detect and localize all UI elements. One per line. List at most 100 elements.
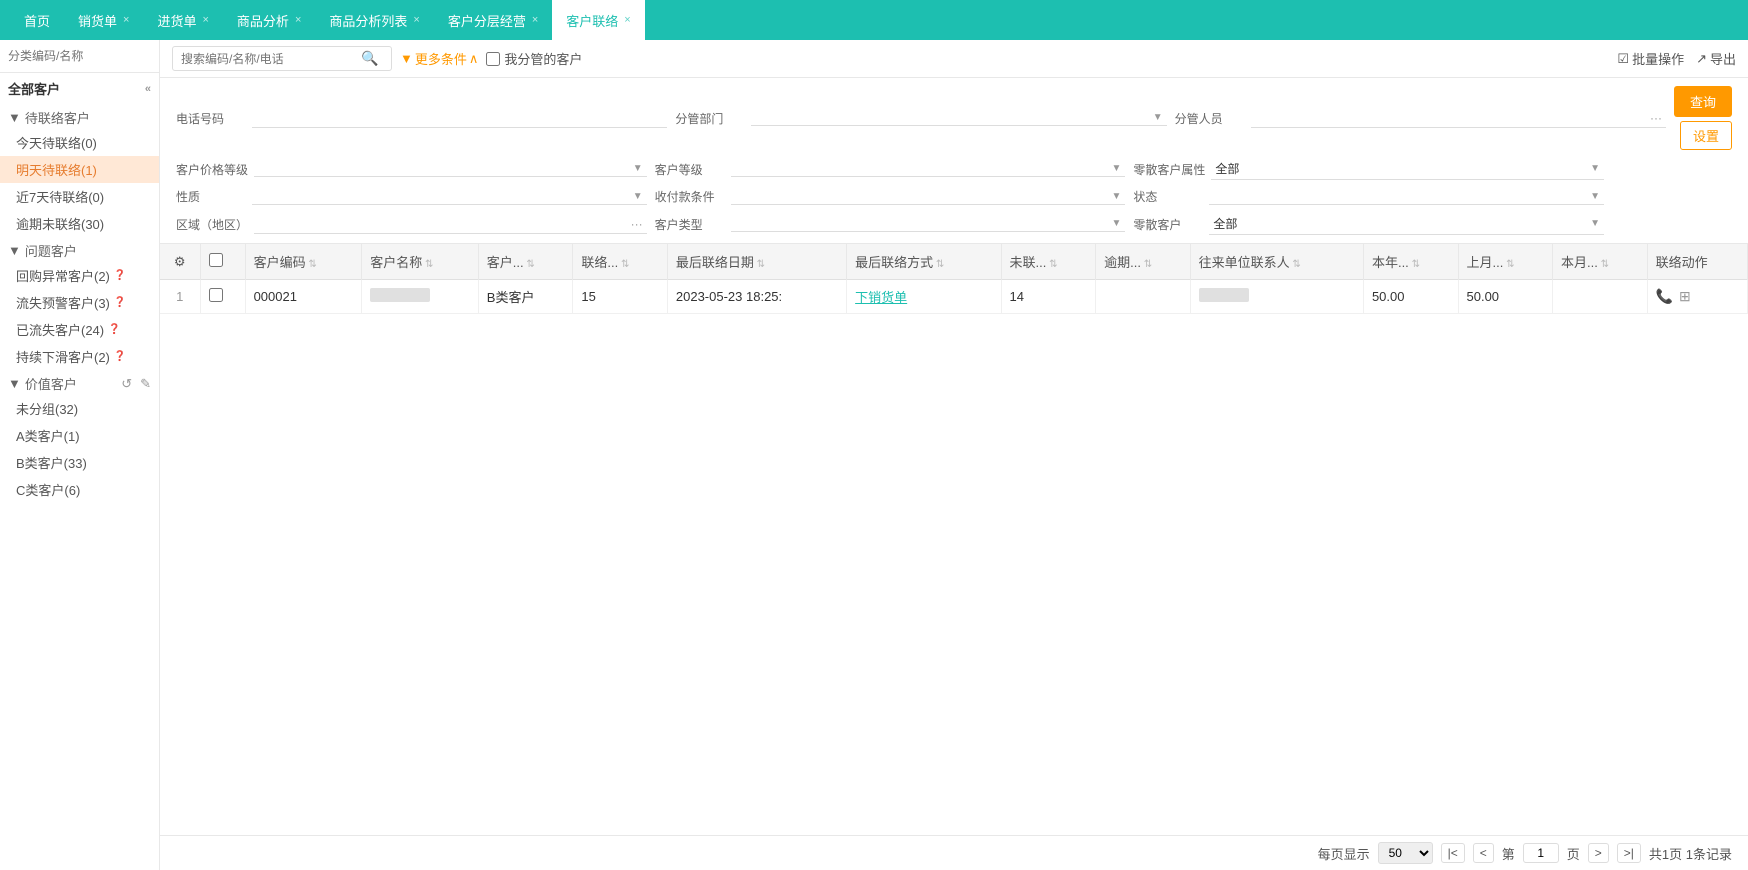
filter-scatter-customer-select[interactable]: 全部 ▼ — [1209, 213, 1604, 235]
close-icon[interactable]: × — [295, 14, 301, 26]
sidebar-item-declining[interactable]: 持续下滑客户(2) ❓ — [0, 343, 159, 370]
data-table: ⚙ 客户编码 客户名称 客户... 联络... 最后联络日期 最后联络方式 未联… — [160, 244, 1748, 314]
chevron-down-icon: ▼ — [1153, 112, 1163, 123]
nav-product-analysis-list[interactable]: 商品分析列表 × — [315, 0, 433, 40]
filter-phone-input[interactable] — [252, 109, 667, 128]
first-page-btn[interactable]: |< — [1441, 843, 1465, 863]
chevron-down-icon: ▼ — [1590, 191, 1600, 202]
cell-seq: 1 — [160, 280, 200, 314]
cell-uncontacted: 14 — [1001, 280, 1096, 314]
filter-payment-select[interactable]: ▼ — [731, 189, 1126, 205]
filter-nature-select[interactable]: ▼ — [252, 189, 647, 205]
col-header-uncontacted[interactable]: 未联... — [1001, 244, 1096, 280]
query-button[interactable]: 查询 — [1674, 86, 1732, 117]
edit-icon[interactable]: ✎ — [140, 376, 151, 392]
filter-customer-type-select[interactable]: ▼ — [731, 216, 1126, 232]
col-header-overdue[interactable]: 逾期... — [1096, 244, 1191, 280]
my-customers-checkbox[interactable] — [486, 52, 500, 66]
filter-status-select[interactable]: ▼ — [1209, 189, 1604, 205]
table-row: 1 000021 B类客户 15 2023-05-23 18:25: 下销货单 — [160, 280, 1748, 314]
col-header-contact-count[interactable]: 联络... — [573, 244, 668, 280]
close-icon[interactable]: × — [123, 14, 129, 26]
cell-this-month — [1553, 280, 1648, 314]
col-header-last-method[interactable]: 最后联络方式 — [847, 244, 1001, 280]
filter-customer-level-select[interactable]: ▼ — [731, 161, 1126, 177]
nav-sales[interactable]: 销货单 × — [64, 0, 143, 40]
sidebar-item-b-class[interactable]: B类客户(33) — [0, 449, 159, 476]
filter-dept-select[interactable]: ▼ — [751, 110, 1166, 126]
close-icon[interactable]: × — [202, 14, 208, 26]
col-checkbox[interactable] — [200, 244, 245, 280]
filter-phone: 电话号码 — [176, 109, 667, 128]
cell-type: B类客户 — [478, 280, 573, 314]
sidebar-item-churned[interactable]: 已流失客户(24) ❓ — [0, 316, 159, 343]
settings-button[interactable]: 设置 — [1680, 121, 1732, 150]
filter-scatter-attr: 零散客户属性 全部 ▼ — [1133, 158, 1604, 180]
more-conditions-btn[interactable]: ▼ 更多条件 ∧ — [400, 49, 478, 68]
nav-customer-segment[interactable]: 客户分层经营 × — [434, 0, 552, 40]
sidebar-search-input[interactable] — [8, 49, 160, 63]
sidebar-all-customers[interactable]: 全部客户 « — [0, 73, 159, 104]
close-icon[interactable]: × — [532, 14, 538, 26]
col-header-code[interactable]: 客户编码 — [245, 244, 362, 280]
sidebar-item-7days[interactable]: 近7天待联络(0) — [0, 183, 159, 210]
close-icon[interactable]: × — [624, 14, 630, 26]
table-footer: 每页显示 50 100 200 |< < 第 页 > >| 共1页 1条记录 — [160, 835, 1748, 870]
search-input[interactable] — [181, 52, 361, 66]
col-header-last-date[interactable]: 最后联络日期 — [667, 244, 846, 280]
select-all-checkbox[interactable] — [209, 253, 223, 267]
col-header-last-month[interactable]: 上月... — [1458, 244, 1553, 280]
filter-price-level-select[interactable]: ▼ — [254, 161, 647, 177]
sidebar-item-today[interactable]: 今天待联络(0) — [0, 129, 159, 156]
gear-icon[interactable]: ⚙ — [174, 254, 186, 269]
col-settings[interactable]: ⚙ — [160, 244, 200, 280]
filter-scatter-attr-select[interactable]: 全部 ▼ — [1211, 158, 1604, 180]
row-checkbox[interactable] — [209, 288, 223, 302]
nav-home[interactable]: 首页 — [10, 0, 64, 40]
content-area: 🔍 ▼ 更多条件 ∧ 我分管的客户 ☑ 批量操作 ↗ 导出 — [160, 40, 1748, 870]
phone-action-icon[interactable]: 📞 — [1656, 288, 1673, 305]
last-method-link[interactable]: 下销货单 — [855, 290, 907, 305]
export-btn[interactable]: ↗ 导出 — [1696, 49, 1736, 68]
ellipsis-icon: ··· — [631, 217, 643, 231]
help-icon: ❓ — [114, 351, 126, 362]
sidebar-item-ungrouped[interactable]: 未分组(32) — [0, 395, 159, 422]
cell-name — [362, 280, 479, 314]
sidebar-item-repurchase-abnormal[interactable]: 回购异常客户(2) ❓ — [0, 262, 159, 289]
refresh-icon[interactable]: ↺ — [121, 376, 132, 392]
batch-op-btn[interactable]: ☑ 批量操作 — [1617, 49, 1684, 68]
grid-action-icon[interactable]: ⊞ — [1679, 288, 1691, 305]
per-page-select[interactable]: 50 100 200 — [1378, 842, 1433, 864]
sidebar-item-churn-warning[interactable]: 流失预警客户(3) ❓ — [0, 289, 159, 316]
search-button[interactable]: 🔍 — [361, 50, 378, 67]
filter-region-select[interactable]: ··· — [254, 215, 647, 234]
cell-contact-count: 15 — [573, 280, 668, 314]
filter-manager-select[interactable]: ··· — [1251, 109, 1666, 128]
sidebar-search-wrap: 🔍 — [0, 40, 159, 73]
nav-purchase[interactable]: 进货单 × — [143, 0, 222, 40]
nav-customer-contact[interactable]: 客户联络 × — [552, 0, 644, 40]
col-header-type[interactable]: 客户... — [478, 244, 573, 280]
col-header-this-month[interactable]: 本月... — [1553, 244, 1648, 280]
col-header-contact-person[interactable]: 往来单位联系人 — [1190, 244, 1363, 280]
sidebar-item-overdue[interactable]: 逾期未联络(30) — [0, 210, 159, 237]
cell-checkbox[interactable] — [200, 280, 245, 314]
filter-manager: 分管人员 ··· — [1175, 109, 1666, 128]
sidebar-item-c-class[interactable]: C类客户(6) — [0, 476, 159, 503]
cell-last-method[interactable]: 下销货单 — [847, 280, 1001, 314]
cell-this-year: 50.00 — [1363, 280, 1458, 314]
page-input[interactable] — [1523, 843, 1559, 863]
cell-code: 000021 — [245, 280, 362, 314]
last-page-btn[interactable]: >| — [1617, 843, 1641, 863]
filter-row-4: 区域（地区） ··· 客户类型 ▼ 零散客户 全部 ▼ — [176, 213, 1732, 235]
close-icon[interactable]: × — [413, 14, 419, 26]
col-header-this-year[interactable]: 本年... — [1363, 244, 1458, 280]
sidebar-item-a-class[interactable]: A类客户(1) — [0, 422, 159, 449]
col-header-name[interactable]: 客户名称 — [362, 244, 479, 280]
collapse-icon[interactable]: « — [145, 83, 151, 95]
next-page-btn[interactable]: > — [1588, 843, 1609, 863]
nav-product-analysis[interactable]: 商品分析 × — [223, 0, 315, 40]
prev-page-btn[interactable]: < — [1473, 843, 1494, 863]
sidebar-group-pending: ▼ 待联络客户 — [0, 104, 159, 129]
sidebar-item-tomorrow[interactable]: 明天待联络(1) — [0, 156, 159, 183]
